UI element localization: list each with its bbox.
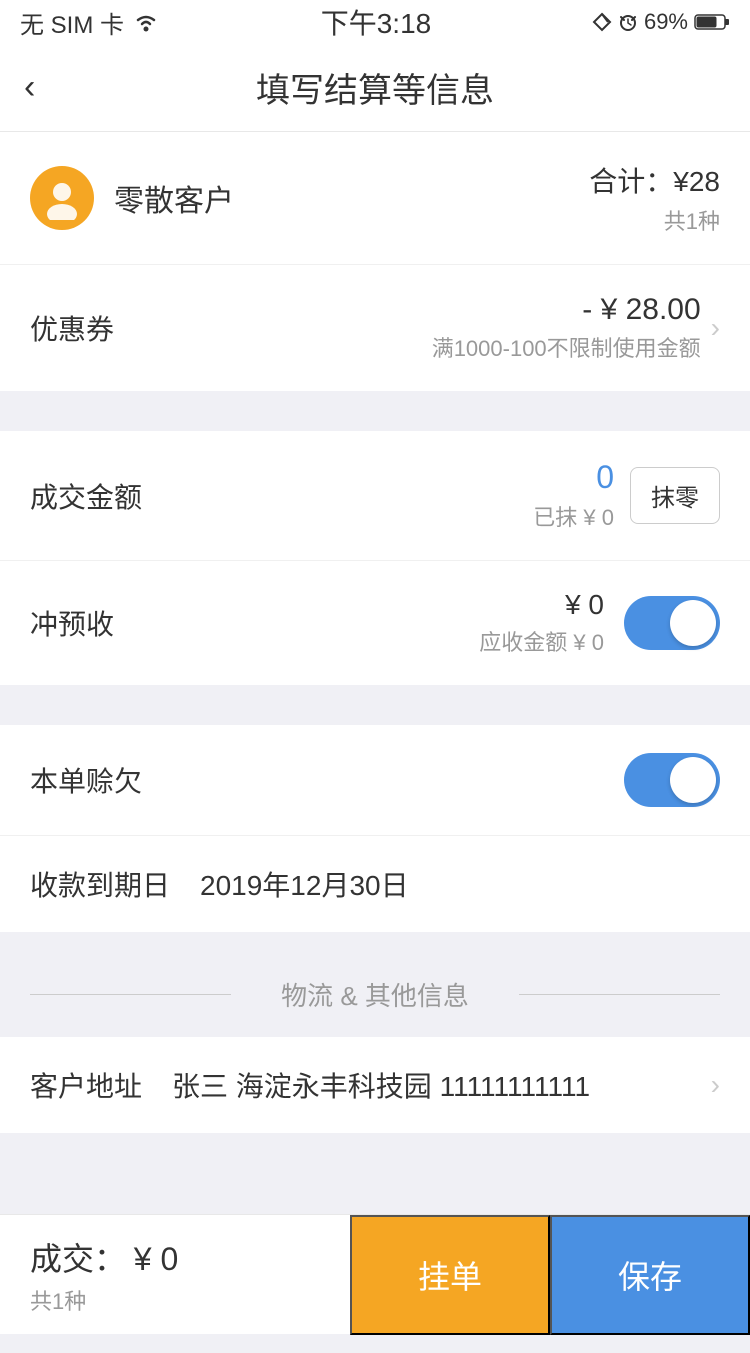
save-button[interactable]: 保存	[550, 1215, 750, 1335]
offset-amounts: ¥ 0 应收金额 ¥ 0	[479, 589, 604, 657]
transaction-sub: 已抹 ¥ 0	[533, 500, 614, 532]
hang-button[interactable]: 挂单	[350, 1215, 550, 1335]
transaction-right: 0 已抹 ¥ 0 抹零	[533, 459, 720, 532]
no-sim-text: 无 SIM 卡	[20, 5, 124, 40]
customer-count: 共1种	[589, 204, 720, 236]
debit-toggle-knob	[670, 757, 716, 803]
bottom-summary: 成交： ¥ 0 共1种	[0, 1234, 350, 1316]
bottom-deal-amount: ¥ 0	[134, 1241, 178, 1277]
coupon-row[interactable]: 优惠券 - ¥ 28.00 满1000-100不限制使用金额 ›	[0, 264, 750, 391]
address-value: 张三 海淀永丰科技园 11111111111	[172, 1065, 711, 1105]
transaction-section: 成交金额 0 已抹 ¥ 0 抹零 冲预收 ¥ 0 应收金额 ¥ 0	[0, 431, 750, 685]
alarm-icon	[618, 12, 638, 32]
location-icon	[592, 12, 612, 32]
transaction-amount[interactable]: 0	[533, 459, 614, 496]
offset-label: 冲预收	[30, 603, 114, 643]
status-bar: 无 SIM 卡 下午3:18 69%	[0, 0, 750, 44]
transaction-label: 成交金额	[30, 476, 142, 516]
round-button[interactable]: 抹零	[630, 467, 720, 524]
due-date-value: 2019年12月30日	[200, 864, 409, 904]
transaction-row: 成交金额 0 已抹 ¥ 0 抹零	[0, 431, 750, 560]
customer-section: 零散客户 合计：¥28 共1种 优惠券 - ¥ 28.00 满1000-100不…	[0, 132, 750, 391]
address-row[interactable]: 客户地址 张三 海淀永丰科技园 11111111111 ›	[0, 1037, 750, 1133]
avatar-icon	[40, 176, 84, 220]
logistics-line-left	[30, 994, 231, 995]
address-chevron-icon: ›	[711, 1069, 720, 1101]
chevron-right-icon: ›	[711, 312, 720, 344]
address-label: 客户地址	[30, 1065, 142, 1105]
bottom-deal: 成交： ¥ 0	[30, 1234, 320, 1280]
due-date-label: 收款到期日	[30, 864, 170, 904]
coupon-amount: - ¥ 28.00	[432, 293, 701, 327]
logistics-line-right	[519, 994, 720, 995]
customer-total: 合计：¥28	[589, 160, 720, 200]
bottom-count: 共1种	[30, 1284, 320, 1316]
nav-bar: ‹ 填写结算等信息	[0, 44, 750, 132]
offset-right: ¥ 0 应收金额 ¥ 0	[479, 589, 720, 657]
logistics-text: 物流 & 其他信息	[281, 976, 469, 1013]
debit-toggle[interactable]	[624, 753, 720, 807]
debit-row: 本单赊欠	[0, 725, 750, 835]
customer-row: 零散客户 合计：¥28 共1种	[0, 132, 750, 264]
offset-main-amount: ¥ 0	[479, 589, 604, 621]
customer-left: 零散客户	[30, 166, 234, 230]
status-right: 69%	[592, 9, 730, 35]
coupon-description: 满1000-100不限制使用金额	[432, 331, 701, 363]
coupon-right: - ¥ 28.00 满1000-100不限制使用金额 ›	[432, 293, 720, 363]
wifi-icon	[132, 12, 160, 32]
due-date-row: 收款到期日 2019年12月30日	[0, 835, 750, 932]
transaction-amount-col: 0 已抹 ¥ 0	[533, 459, 614, 532]
coupon-label: 优惠券	[30, 308, 114, 348]
status-left: 无 SIM 卡	[20, 5, 160, 40]
customer-right: 合计：¥28 共1种	[589, 160, 720, 236]
avatar	[30, 166, 94, 230]
offset-row: 冲预收 ¥ 0 应收金额 ¥ 0	[0, 560, 750, 685]
debit-label: 本单赊欠	[30, 760, 142, 800]
coupon-info: - ¥ 28.00 满1000-100不限制使用金额	[432, 293, 701, 363]
offset-toggle[interactable]	[624, 596, 720, 650]
customer-name: 零散客户	[114, 176, 234, 220]
page-title: 填写结算等信息	[256, 63, 494, 112]
bottom-deal-label: 成交：	[30, 1241, 126, 1277]
back-button[interactable]: ‹	[24, 68, 35, 107]
debit-section: 本单赊欠 收款到期日 2019年12月30日	[0, 725, 750, 932]
toggle-knob	[670, 600, 716, 646]
status-time: 下午3:18	[321, 2, 432, 42]
logistics-section: 物流 & 其他信息	[0, 952, 750, 1037]
divider-2	[0, 705, 750, 725]
bottom-bar: 成交： ¥ 0 共1种 挂单 保存	[0, 1214, 750, 1334]
battery-text: 69%	[644, 9, 688, 35]
offset-sub-amount: 应收金额 ¥ 0	[479, 625, 604, 657]
address-section: 客户地址 张三 海淀永丰科技园 11111111111 ›	[0, 1037, 750, 1133]
divider-1	[0, 411, 750, 431]
battery-icon	[694, 13, 730, 31]
